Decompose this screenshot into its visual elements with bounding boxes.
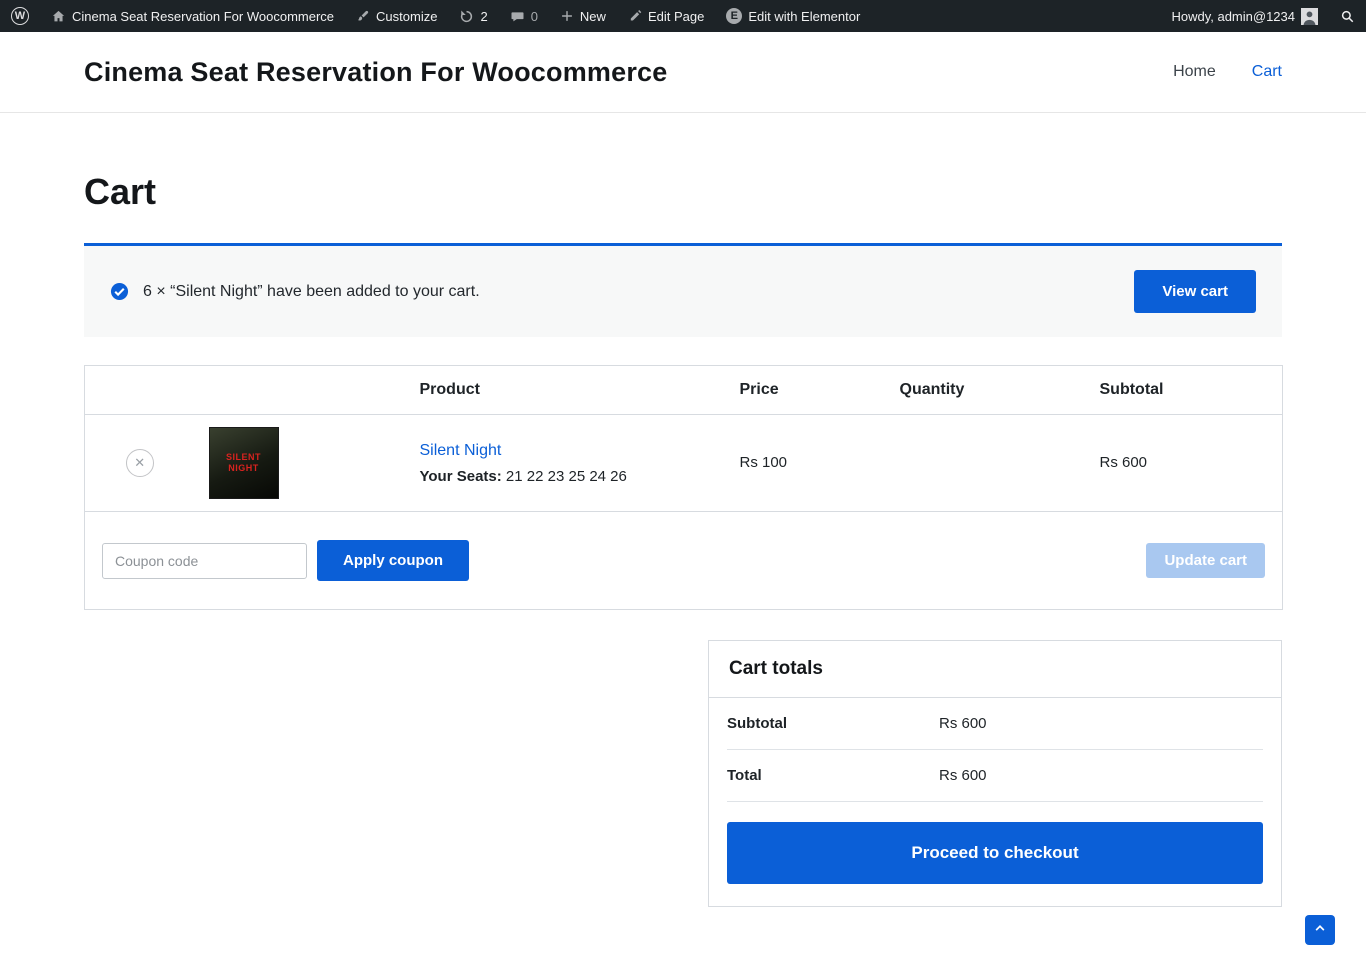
header-price: Price: [739, 365, 900, 415]
site-header: Cinema Seat Reservation For Woocommerce …: [0, 32, 1366, 113]
header-thumbnail: [194, 365, 420, 415]
site-title[interactable]: Cinema Seat Reservation For Woocommerce: [84, 57, 668, 88]
adminbar-site-name[interactable]: Cinema Seat Reservation For Woocommerce: [40, 0, 345, 32]
notice-message: 6 × “Silent Night” have been added to yo…: [143, 282, 480, 300]
avatar: [1301, 7, 1318, 25]
adminbar-howdy-label: Howdy, admin@1234: [1171, 8, 1295, 24]
cart-actions-cell: Apply coupon Update cart: [84, 511, 1283, 610]
total-label: Total: [727, 767, 762, 784]
wordpress-logo-icon: W: [11, 7, 29, 25]
main-content: Cart 6 × “Silent Night” have been added …: [84, 171, 1283, 907]
adminbar-site-name-label: Cinema Seat Reservation For Woocommerce: [72, 8, 335, 24]
adminbar-updates[interactable]: 2: [448, 0, 498, 32]
update-cart-button[interactable]: Update cart: [1146, 543, 1265, 578]
subtotal-label: Subtotal: [727, 715, 787, 732]
nav-link-cart[interactable]: Cart: [1252, 63, 1282, 81]
subtotal-value: Rs 600: [939, 715, 987, 732]
adminbar-elementor-label: Edit with Elementor: [748, 8, 861, 24]
cart-table-header-row: Product Price Quantity Subtotal: [84, 365, 1283, 415]
check-circle-icon: [110, 282, 129, 301]
chevron-up-icon: [1313, 921, 1327, 940]
item-price: Rs 100: [739, 454, 788, 471]
proceed-to-checkout-button[interactable]: Proceed to checkout: [727, 822, 1263, 884]
cart-totals-panel: Cart totals Subtotal Rs 600 Total Rs 600…: [708, 640, 1282, 907]
coupon-code-input[interactable]: [102, 542, 307, 579]
item-subtotal: Rs 600: [1099, 454, 1148, 471]
seats-line: Your Seats: 21 22 23 25 24 26: [420, 468, 740, 485]
adminbar-customize-label: Customize: [376, 8, 438, 24]
adminbar-search[interactable]: [1329, 0, 1366, 32]
adminbar-edit-page-label: Edit Page: [647, 8, 705, 24]
header-product: Product: [419, 365, 740, 415]
total-row: Total Rs 600: [727, 750, 1263, 802]
wp-logo-menu[interactable]: W: [0, 0, 40, 32]
plus-icon: [560, 9, 574, 23]
adminbar-right: Howdy, admin@1234: [1160, 0, 1366, 32]
adminbar-edit-page[interactable]: Edit Page: [617, 0, 715, 32]
header-quantity: Quantity: [899, 365, 1100, 415]
header-remove: [84, 365, 195, 415]
adminbar-my-account[interactable]: Howdy, admin@1234: [1160, 0, 1329, 32]
nav-link-home[interactable]: Home: [1173, 63, 1216, 81]
updates-icon: [459, 9, 474, 24]
search-icon: [1340, 9, 1355, 24]
pencil-icon: [628, 9, 642, 23]
item-quantity-cell: [900, 415, 1100, 512]
page-title: Cart: [84, 171, 157, 212]
adminbar-comments-count: 0: [530, 8, 538, 24]
cart-item-row: ✕ SILENT NIGHT Silent Night Your Seats: …: [85, 415, 1283, 512]
cart-table: Product Price Quantity Subtotal ✕ SILENT…: [84, 365, 1283, 610]
adminbar-new-label: New: [579, 8, 606, 24]
scroll-to-top-button[interactable]: [1305, 915, 1335, 945]
adminbar-edit-elementor[interactable]: E Edit with Elementor: [715, 0, 871, 32]
adminbar-customize[interactable]: Customize: [345, 0, 448, 32]
cart-totals-title: Cart totals: [709, 641, 1281, 698]
adminbar-comments[interactable]: 0: [499, 0, 549, 32]
header-subtotal: Subtotal: [1099, 365, 1283, 415]
poster-title-text: SILENT NIGHT: [225, 452, 261, 473]
view-cart-button[interactable]: View cart: [1134, 270, 1256, 313]
added-to-cart-notice: 6 × “Silent Night” have been added to yo…: [84, 243, 1282, 337]
adminbar-new[interactable]: New: [549, 0, 617, 32]
apply-coupon-button[interactable]: Apply coupon: [317, 540, 469, 581]
subtotal-row: Subtotal Rs 600: [727, 698, 1263, 750]
total-value: Rs 600: [939, 767, 987, 784]
product-name-link[interactable]: Silent Night: [420, 442, 502, 460]
wp-admin-bar: W Cinema Seat Reservation For Woocommerc…: [0, 0, 1366, 32]
home-icon: [51, 9, 66, 24]
comments-icon: [510, 9, 525, 24]
product-thumbnail[interactable]: SILENT NIGHT: [208, 427, 279, 499]
elementor-icon: E: [726, 8, 743, 24]
site-nav: Home Cart: [1173, 63, 1282, 81]
adminbar-updates-count: 2: [480, 8, 488, 24]
seats-label: Your Seats:: [419, 467, 502, 485]
brush-icon: [356, 9, 370, 23]
remove-item-icon[interactable]: ✕: [125, 449, 154, 477]
seats-values: 21 22 23 25 24 26: [505, 467, 627, 485]
